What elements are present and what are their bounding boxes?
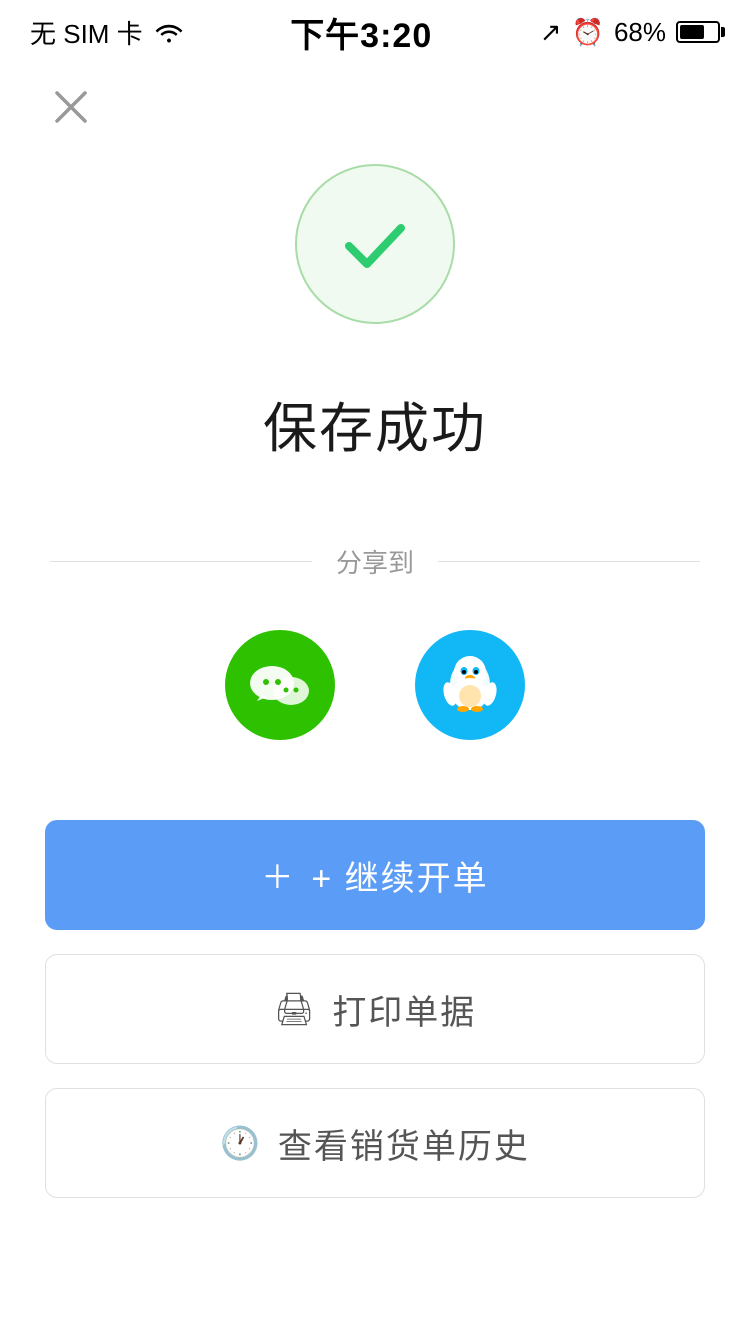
print-button[interactable]: 🖨 打印单据 bbox=[45, 954, 705, 1064]
continue-button[interactable]: ＋ + 继续开单 bbox=[45, 820, 705, 930]
share-button-qq[interactable] bbox=[415, 630, 525, 740]
status-right: ↗ ⏰ 68% bbox=[540, 17, 720, 48]
continue-icon: ＋ bbox=[261, 852, 295, 898]
divider-line-left bbox=[50, 561, 312, 562]
success-circle bbox=[295, 164, 455, 324]
battery-icon-container bbox=[676, 21, 720, 43]
status-left: 无 SIM 卡 bbox=[30, 14, 183, 51]
status-time: 下午3:20 bbox=[290, 8, 432, 57]
alarm-icon: ⏰ bbox=[572, 17, 604, 48]
main-content: 保存成功 分享到 bbox=[0, 64, 750, 1198]
battery-fill bbox=[680, 25, 704, 39]
history-icon: 🕐 bbox=[220, 1124, 262, 1162]
divider-line-right bbox=[438, 561, 700, 562]
print-label: 打印单据 bbox=[332, 985, 476, 1034]
share-label: 分享到 bbox=[312, 543, 438, 580]
close-icon bbox=[53, 89, 89, 125]
continue-label: + 继续开单 bbox=[311, 851, 488, 900]
status-bar: 无 SIM 卡 下午3:20 ↗ ⏰ 68% bbox=[0, 0, 750, 64]
share-icons bbox=[225, 630, 525, 740]
battery-percent: 68% bbox=[614, 17, 666, 48]
battery-icon bbox=[676, 21, 720, 43]
history-label: 查看销货单历史 bbox=[278, 1119, 530, 1168]
location-icon: ↗ bbox=[540, 17, 562, 48]
print-icon: 🖨 bbox=[274, 990, 317, 1028]
wifi-icon bbox=[155, 21, 183, 43]
share-button-wechat[interactable] bbox=[225, 630, 335, 740]
carrier-label: 无 SIM 卡 bbox=[30, 14, 143, 51]
qq-icon bbox=[440, 652, 500, 718]
wechat-icon bbox=[247, 655, 313, 715]
share-section: 分享到 bbox=[0, 543, 750, 740]
share-divider: 分享到 bbox=[0, 543, 750, 580]
success-title: 保存成功 bbox=[263, 384, 487, 463]
checkmark-icon bbox=[335, 204, 415, 284]
history-button[interactable]: 🕐 查看销货单历史 bbox=[45, 1088, 705, 1198]
close-button[interactable] bbox=[46, 82, 96, 132]
action-buttons: ＋ + 继续开单 🖨 打印单据 🕐 查看销货单历史 bbox=[45, 820, 705, 1198]
